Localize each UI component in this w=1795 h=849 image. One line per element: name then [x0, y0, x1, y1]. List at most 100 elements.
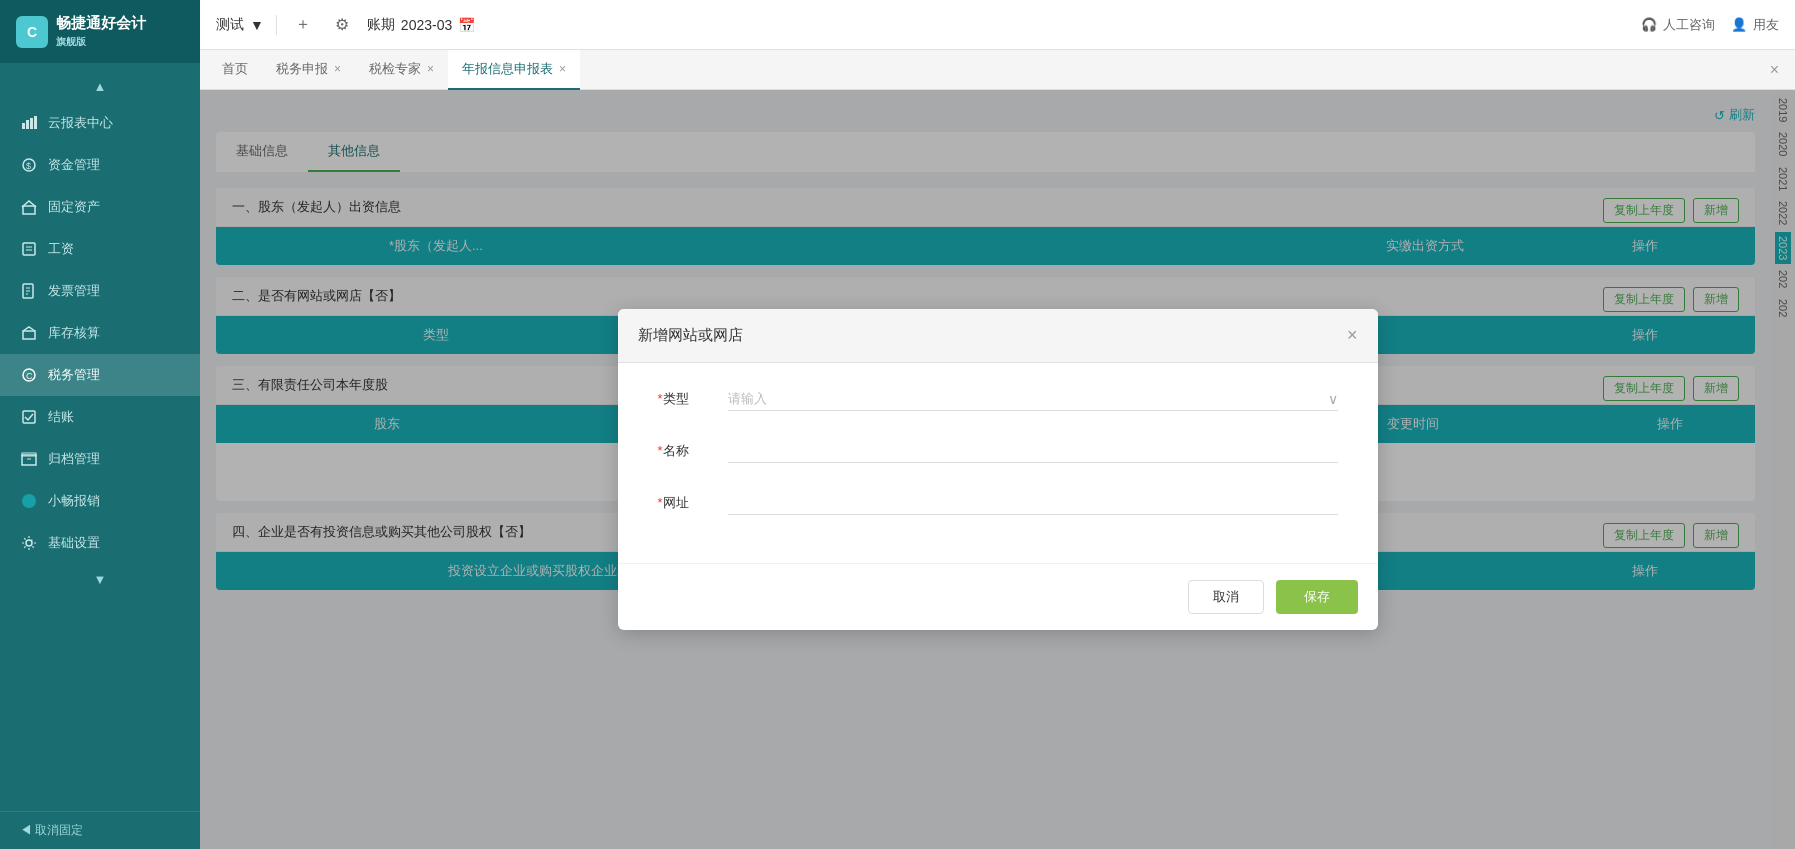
- app-name: 畅捷通好会计: [56, 14, 146, 33]
- company-selector[interactable]: 测试 ▼: [216, 16, 264, 34]
- url-required: *: [658, 495, 663, 510]
- tab-tax-inspection-label: 税检专家: [369, 60, 421, 78]
- sidebar-item-tax-mgmt[interactable]: C 税务管理: [0, 354, 200, 396]
- topbar: 测试 ▼ ＋ ⚙ 账期 2023-03 📅 🎧 人工咨询 👤 用友: [200, 0, 1795, 50]
- modal-close-btn[interactable]: ×: [1347, 325, 1358, 346]
- modal-overlay: 新增网站或网店 × *类型 ∨: [200, 90, 1795, 849]
- sidebar-label-fixed-assets: 固定资产: [48, 198, 100, 216]
- tab-bar-right: ×: [1762, 57, 1787, 83]
- name-input[interactable]: [728, 439, 1338, 462]
- name-input-wrap: [728, 439, 1338, 463]
- url-input[interactable]: [728, 491, 1338, 514]
- sidebar-label-settlement: 结账: [48, 408, 74, 426]
- archive-mgmt-icon: [20, 450, 38, 468]
- svg-rect-2: [30, 118, 33, 129]
- sidebar-item-inventory[interactable]: 库存核算: [0, 312, 200, 354]
- sidebar: C 畅捷通好会计 旗舰版 ▲ 云报表中心 $ 资金管理: [0, 0, 200, 849]
- svg-rect-6: [23, 206, 35, 214]
- url-label: *网址: [658, 494, 718, 512]
- period-value: 2023-03: [401, 17, 452, 33]
- tab-tax-report-label: 税务申报: [276, 60, 328, 78]
- tab-home-label: 首页: [222, 60, 248, 78]
- xiaochang-sales-icon: [20, 492, 38, 510]
- sidebar-item-invoice-mgmt[interactable]: 发票管理: [0, 270, 200, 312]
- basic-settings-icon: [20, 534, 38, 552]
- pin-toggle-label: ◀ 取消固定: [20, 822, 83, 839]
- sidebar-item-fund-mgmt[interactable]: $ 资金管理: [0, 144, 200, 186]
- save-button[interactable]: 保存: [1276, 580, 1358, 614]
- svg-point-21: [22, 494, 36, 508]
- sidebar-item-settlement[interactable]: 结账: [0, 396, 200, 438]
- sidebar-pin-toggle[interactable]: ◀ 取消固定: [0, 811, 200, 849]
- tab-tax-report[interactable]: 税务申报 ×: [262, 50, 355, 90]
- topbar-user[interactable]: 👤 用友: [1731, 16, 1779, 34]
- topbar-right: 🎧 人工咨询 👤 用友: [1641, 16, 1779, 34]
- tab-tax-inspection[interactable]: 税检专家 ×: [355, 50, 448, 90]
- sidebar-item-cloud-report[interactable]: 云报表中心: [0, 102, 200, 144]
- sidebar-item-archive-mgmt[interactable]: 归档管理: [0, 438, 200, 480]
- period-label: 账期: [367, 16, 395, 34]
- main-area: 测试 ▼ ＋ ⚙ 账期 2023-03 📅 🎧 人工咨询 👤 用友: [200, 0, 1795, 849]
- sidebar-scroll-down[interactable]: ▼: [0, 564, 200, 595]
- svg-text:$: $: [26, 161, 31, 171]
- add-website-modal: 新增网站或网店 × *类型 ∨: [618, 309, 1378, 630]
- topbar-settings-btn[interactable]: ⚙: [329, 11, 355, 38]
- form-row-name: *名称: [658, 439, 1338, 463]
- svg-rect-1: [26, 120, 29, 129]
- fixed-assets-icon: [20, 198, 38, 216]
- sidebar-item-payroll[interactable]: 工资: [0, 228, 200, 270]
- form-row-type: *类型 ∨: [658, 387, 1338, 411]
- company-name: 测试: [216, 16, 244, 34]
- tab-bar: 首页 税务申报 × 税检专家 × 年报信息申报表 × ×: [200, 50, 1795, 90]
- calendar-icon[interactable]: 📅: [458, 17, 475, 33]
- user-icon: 👤: [1731, 17, 1747, 32]
- sidebar-scroll-up[interactable]: ▲: [0, 71, 200, 102]
- sidebar-label-archive-mgmt: 归档管理: [48, 450, 100, 468]
- tax-mgmt-icon: C: [20, 366, 38, 384]
- inventory-icon: [20, 324, 38, 342]
- app-subtitle: 旗舰版: [56, 35, 146, 49]
- cancel-button[interactable]: 取消: [1188, 580, 1264, 614]
- svg-rect-17: [23, 411, 35, 423]
- sidebar-nav: ▲ 云报表中心 $ 资金管理 固定资产: [0, 63, 200, 811]
- sidebar-label-fund-mgmt: 资金管理: [48, 156, 100, 174]
- content-area: ↺ 刷新 基础信息 其他信息 一、股东（发起人）出资信息: [200, 90, 1795, 849]
- window-close-btn[interactable]: ×: [1762, 57, 1787, 83]
- sidebar-label-xiaochang-sales: 小畅报销: [48, 492, 100, 510]
- tab-home[interactable]: 首页: [208, 50, 262, 90]
- topbar-support[interactable]: 🎧 人工咨询: [1641, 16, 1715, 34]
- company-dropdown-icon: ▼: [250, 17, 264, 33]
- user-label: 用友: [1753, 16, 1779, 34]
- sidebar-item-basic-settings[interactable]: 基础设置: [0, 522, 200, 564]
- name-required: *: [658, 443, 663, 458]
- sidebar-label-basic-settings: 基础设置: [48, 534, 100, 552]
- sidebar-label-tax-mgmt: 税务管理: [48, 366, 100, 384]
- type-required: *: [658, 391, 663, 406]
- topbar-period: 账期 2023-03 📅: [367, 16, 475, 34]
- svg-rect-0: [22, 123, 25, 129]
- tab-annual-report-close[interactable]: ×: [559, 62, 566, 76]
- tab-annual-report[interactable]: 年报信息申报表 ×: [448, 50, 580, 90]
- tab-tax-report-close[interactable]: ×: [334, 62, 341, 76]
- svg-rect-14: [23, 331, 35, 339]
- sidebar-label-payroll: 工资: [48, 240, 74, 258]
- fund-mgmt-icon: $: [20, 156, 38, 174]
- url-input-wrap: [728, 491, 1338, 515]
- tab-tax-inspection-close[interactable]: ×: [427, 62, 434, 76]
- form-row-url: *网址: [658, 491, 1338, 515]
- sidebar-item-xiaochang-sales[interactable]: 小畅报销: [0, 480, 200, 522]
- modal-footer: 取消 保存: [618, 563, 1378, 630]
- type-label: *类型: [658, 390, 718, 408]
- support-label: 人工咨询: [1663, 16, 1715, 34]
- name-label: *名称: [658, 442, 718, 460]
- payroll-icon: [20, 240, 38, 258]
- type-dropdown-icon[interactable]: ∨: [1328, 391, 1338, 407]
- modal-header: 新增网站或网店 ×: [618, 309, 1378, 363]
- topbar-divider-1: [276, 15, 277, 35]
- headset-icon: 🎧: [1641, 17, 1657, 32]
- settlement-icon: [20, 408, 38, 426]
- topbar-add-btn[interactable]: ＋: [289, 10, 317, 39]
- type-input[interactable]: [728, 387, 1328, 410]
- sidebar-item-fixed-assets[interactable]: 固定资产: [0, 186, 200, 228]
- sidebar-label-invoice-mgmt: 发票管理: [48, 282, 100, 300]
